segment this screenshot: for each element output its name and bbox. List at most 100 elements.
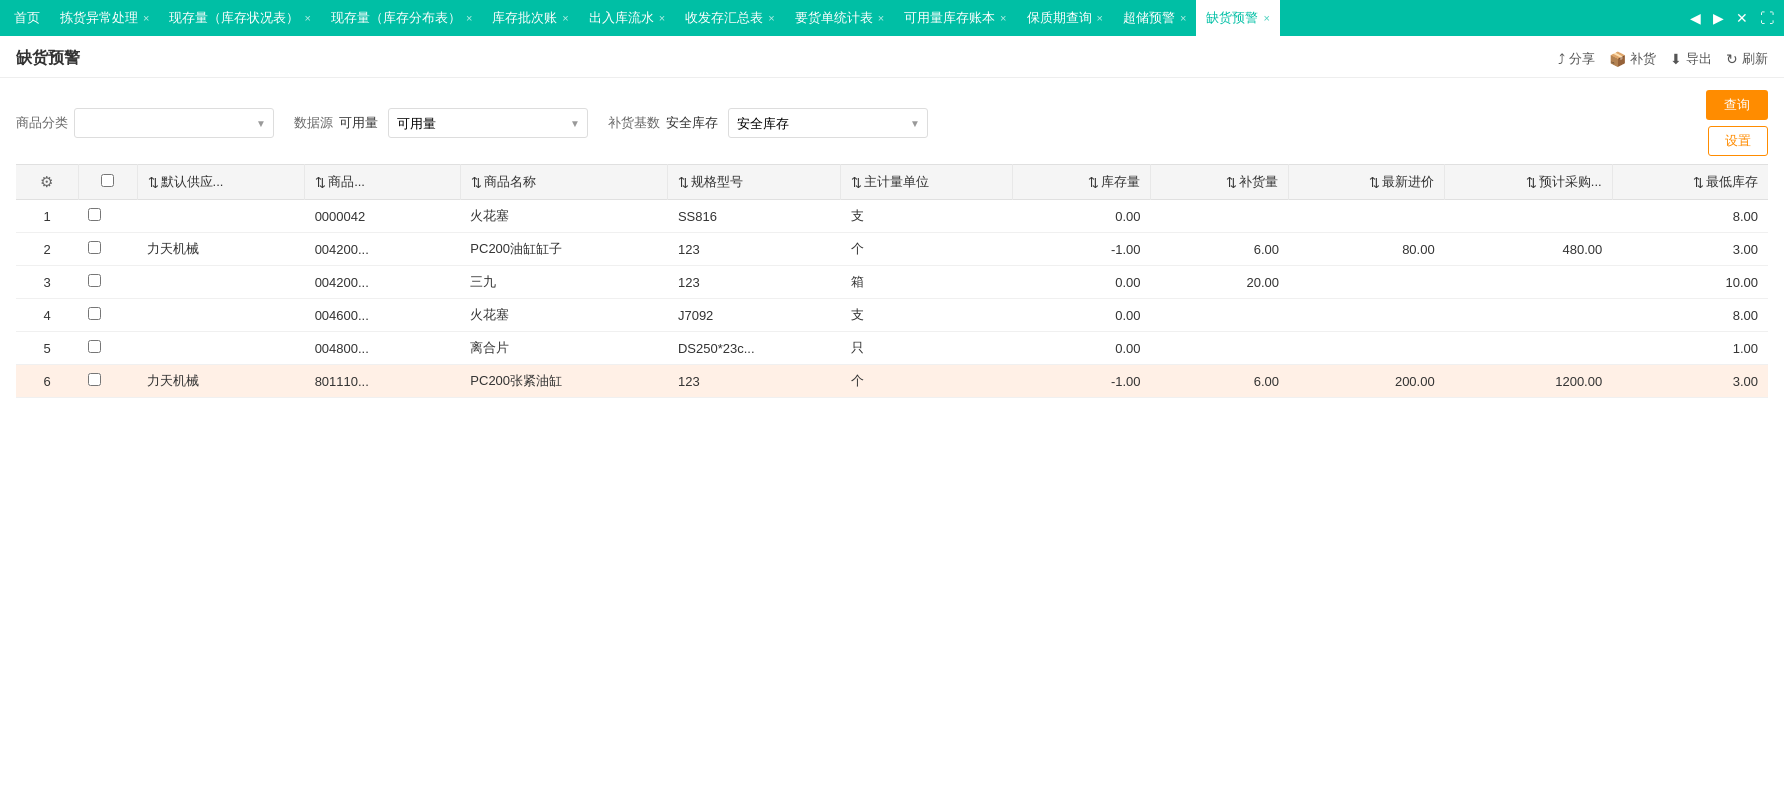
sort-code[interactable]: ⇅ 商品... (315, 173, 365, 191)
table-row: 6力天机械801110...PC200张紧油缸123个-1.006.00200.… (16, 365, 1768, 398)
table-row: 4004600...火花塞J7092支0.008.00 (16, 299, 1768, 332)
sort-stock[interactable]: ⇅ 库存量 (1088, 173, 1140, 191)
tab-available-ledger[interactable]: 可用量库存账本 × (894, 0, 1016, 36)
tab-stock-dist[interactable]: 现存量（库存分布表） × (321, 0, 482, 36)
tab-inout-flow[interactable]: 出入库流水 × (579, 0, 675, 36)
th-supplier: ⇅ 默认供应... (137, 165, 305, 200)
tab-batch-ledger[interactable]: 库存批次账 × (482, 0, 578, 36)
filter-right-buttons: 查询 设置 (1706, 90, 1768, 156)
share-button[interactable]: ⤴ 分享 (1558, 50, 1595, 68)
tab-close-stock-dist[interactable]: × (466, 12, 472, 24)
td-no: 5 (16, 332, 78, 365)
close-window-button[interactable]: ✕ (1730, 0, 1754, 36)
td-latest-price (1289, 200, 1445, 233)
td-min-stock: 8.00 (1612, 200, 1768, 233)
tab-close-inout-flow[interactable]: × (659, 12, 665, 24)
sort-supplier[interactable]: ⇅ 默认供应... (148, 173, 224, 191)
next-tab-button[interactable]: ▶ (1707, 0, 1730, 36)
table-header-row: ⚙ ⇅ 默认供应... ⇅ 商品... (16, 165, 1768, 200)
td-check[interactable] (78, 365, 137, 398)
td-forecast (1445, 266, 1613, 299)
gear-icon[interactable]: ⚙ (40, 173, 53, 190)
row-checkbox[interactable] (88, 208, 101, 221)
sort-min-stock[interactable]: ⇅ 最低库存 (1693, 173, 1758, 191)
fullscreen-button[interactable]: ⛶ (1754, 0, 1780, 36)
tab-shortage[interactable]: 缺货预警 × (1196, 0, 1279, 36)
td-no: 6 (16, 365, 78, 398)
datasource-select-wrap: 可用量 (388, 108, 588, 138)
tab-close-order-stats[interactable]: × (878, 12, 884, 24)
tab-stock-status[interactable]: 现存量（库存状况表） × (159, 0, 320, 36)
refresh-button[interactable]: ↻ 刷新 (1726, 50, 1768, 68)
tab-close-shortage[interactable]: × (1263, 12, 1269, 24)
replenish-base-select[interactable]: 安全库存 (728, 108, 928, 138)
table-row: 5004800...离合片DS250*23c...只0.001.00 (16, 332, 1768, 365)
td-min-stock: 3.00 (1612, 233, 1768, 266)
datasource-select[interactable]: 可用量 (388, 108, 588, 138)
data-table: ⚙ ⇅ 默认供应... ⇅ 商品... (16, 164, 1768, 398)
datasource-value: 可用量 (339, 114, 378, 132)
td-spec: 123 (668, 266, 841, 299)
td-name: 离合片 (460, 332, 668, 365)
tab-close-abnormal[interactable]: × (143, 12, 149, 24)
td-min-stock: 3.00 (1612, 365, 1768, 398)
prev-tab-button[interactable]: ◀ (1684, 0, 1707, 36)
sort-name[interactable]: ⇅ 商品名称 (471, 173, 536, 191)
row-checkbox[interactable] (88, 340, 101, 353)
tab-home[interactable]: 首页 (4, 0, 50, 36)
select-all-checkbox[interactable] (101, 174, 114, 187)
replenish-button[interactable]: 📦 补货 (1609, 50, 1656, 68)
export-button[interactable]: ⬇ 导出 (1670, 50, 1712, 68)
row-checkbox[interactable] (88, 241, 101, 254)
tab-close-batch-ledger[interactable]: × (562, 12, 568, 24)
tab-overstock[interactable]: 超储预警 × (1113, 0, 1196, 36)
td-latest-price (1289, 299, 1445, 332)
row-checkbox[interactable] (88, 307, 101, 320)
td-no: 3 (16, 266, 78, 299)
page-actions: ⤴ 分享 📦 补货 ⬇ 导出 ↻ 刷新 (1558, 50, 1768, 68)
td-check[interactable] (78, 200, 137, 233)
td-latest-price (1289, 332, 1445, 365)
td-forecast (1445, 200, 1613, 233)
td-check[interactable] (78, 299, 137, 332)
row-checkbox[interactable] (88, 373, 101, 386)
td-no: 2 (16, 233, 78, 266)
tab-recv-summary[interactable]: 收发存汇总表 × (675, 0, 784, 36)
top-nav: 首页拣货异常处理 ×现存量（库存状况表） ×现存量（库存分布表） ×库存批次账 … (0, 0, 1784, 36)
query-button[interactable]: 查询 (1706, 90, 1768, 120)
th-check[interactable] (78, 165, 137, 200)
setting-button[interactable]: 设置 (1708, 126, 1768, 156)
sort-latest-price[interactable]: ⇅ 最新进价 (1369, 173, 1434, 191)
tab-close-overstock[interactable]: × (1180, 12, 1186, 24)
td-check[interactable] (78, 233, 137, 266)
table-wrap: ⚙ ⇅ 默认供应... ⇅ 商品... (0, 164, 1784, 398)
tab-close-available-ledger[interactable]: × (1000, 12, 1006, 24)
td-unit: 个 (841, 233, 1012, 266)
sort-replenish[interactable]: ⇅ 补货量 (1226, 173, 1278, 191)
tab-close-expiry-query[interactable]: × (1097, 12, 1103, 24)
th-stock: ⇅ 库存量 (1012, 165, 1150, 200)
datasource-label: 数据源 (294, 114, 333, 132)
td-no: 4 (16, 299, 78, 332)
tab-expiry-query[interactable]: 保质期查询 × (1017, 0, 1113, 36)
td-check[interactable] (78, 332, 137, 365)
sort-forecast[interactable]: ⇅ 预计采购... (1526, 173, 1602, 191)
td-check[interactable] (78, 266, 137, 299)
td-replenish (1151, 299, 1289, 332)
row-checkbox[interactable] (88, 274, 101, 287)
td-min-stock: 8.00 (1612, 299, 1768, 332)
td-unit: 箱 (841, 266, 1012, 299)
tab-close-recv-summary[interactable]: × (768, 12, 774, 24)
td-replenish: 20.00 (1151, 266, 1289, 299)
td-name: PC200油缸缸子 (460, 233, 668, 266)
tab-abnormal[interactable]: 拣货异常处理 × (50, 0, 159, 36)
replenish-base-value: 安全库存 (666, 114, 718, 132)
tab-order-stats[interactable]: 要货单统计表 × (785, 0, 894, 36)
sort-unit[interactable]: ⇅ 主计量单位 (851, 173, 929, 191)
td-name: 火花塞 (460, 200, 668, 233)
category-select[interactable] (74, 108, 274, 138)
sort-spec[interactable]: ⇅ 规格型号 (678, 173, 743, 191)
td-spec: 123 (668, 233, 841, 266)
th-settings[interactable]: ⚙ (16, 165, 78, 200)
tab-close-stock-status[interactable]: × (304, 12, 310, 24)
